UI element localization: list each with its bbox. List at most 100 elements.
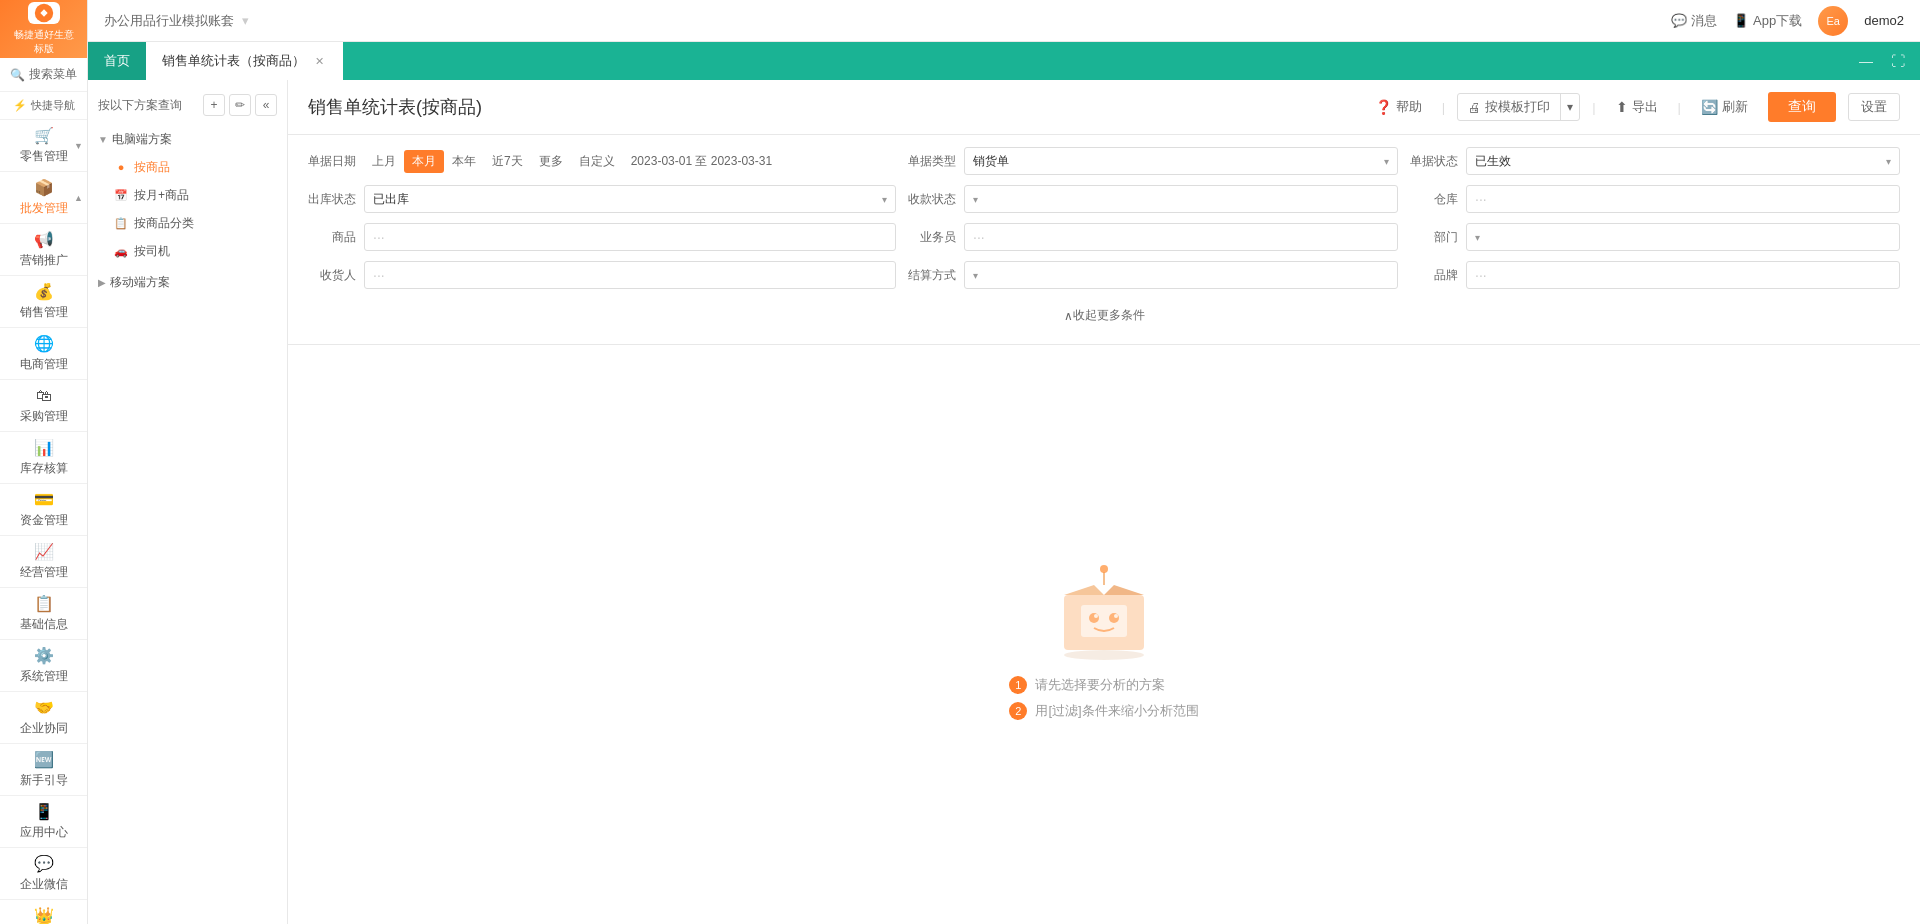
dept-label: 部门 [1410, 229, 1458, 246]
enterprise-icon: 🤝 [34, 698, 54, 717]
refresh-label: 刷新 [1722, 98, 1748, 116]
sidebar-item-wholesale[interactable]: 📦 批发管理 ▲ [0, 172, 87, 224]
date-tab-7days[interactable]: 近7天 [484, 150, 531, 173]
collapse-filters-btn[interactable]: ∧ 收起更多条件 [308, 299, 1900, 332]
tab-active[interactable]: 销售单统计表（按商品） ✕ [146, 42, 343, 80]
filter-row-4: 收货人 ··· 结算方式 ▾ 品牌 ··· [308, 261, 1900, 289]
export-btn[interactable]: ⬆ 导出 [1608, 94, 1666, 120]
divider1: | [1442, 100, 1445, 115]
stock-select[interactable]: 已出库 ▾ [364, 185, 896, 213]
date-tab-thismonth[interactable]: 本月 [404, 150, 444, 173]
divider2: | [1592, 100, 1595, 115]
retail-label: 零售管理 [20, 148, 68, 165]
app-download-btn[interactable]: 📱 App下载 [1733, 12, 1802, 30]
filter-brand-cell: 品牌 ··· [1410, 261, 1900, 289]
empty-illustration [1039, 550, 1169, 660]
stock-label: 出库状态 [308, 191, 356, 208]
sidebar-item-operation[interactable]: 📈 经营管理 [0, 536, 87, 588]
recipient-input[interactable]: ··· [364, 261, 896, 289]
scheme-by-goods[interactable]: ● 按商品 [108, 153, 287, 181]
stock-value: 已出库 [373, 191, 409, 208]
tab-close-btn[interactable]: ✕ [311, 53, 327, 69]
search-menu[interactable]: 🔍 搜索菜单 [0, 58, 87, 92]
tree-node-pc[interactable]: ▼ 电脑端方案 [88, 126, 287, 153]
sidebar-item-marketing[interactable]: 📢 营销推广 [0, 224, 87, 276]
scheme-driver-icon: 🚗 [112, 242, 130, 260]
filter-staff-cell: 业务员 ··· [908, 223, 1398, 251]
settle-select[interactable]: ▾ [964, 261, 1398, 289]
goods-dots: ··· [373, 229, 385, 245]
sidebar-item-member[interactable]: 👑 畅会员 [0, 900, 87, 924]
refresh-btn[interactable]: 🔄 刷新 [1693, 94, 1756, 120]
dept-select[interactable]: ▾ [1466, 223, 1900, 251]
page-header: 销售单统计表(按商品) ❓ 帮助 | 🖨 按模板打印 ▾ [288, 80, 1920, 135]
guide-icon: 🆕 [34, 750, 54, 769]
print-btn[interactable]: 🖨 按模板打印 [1458, 94, 1561, 120]
sidebar-item-purchase[interactable]: 🛍 采购管理 [0, 380, 87, 432]
date-tab-lastmonth[interactable]: 上月 [364, 150, 404, 173]
type-label: 单据类型 [908, 153, 956, 170]
sidebar-item-system[interactable]: ⚙️ 系统管理 [0, 640, 87, 692]
apps-icon: 📱 [34, 802, 54, 821]
sidebar-item-retail[interactable]: 🛒 零售管理 ▼ [0, 120, 87, 172]
refresh-icon: 🔄 [1701, 99, 1718, 115]
svg-point-1 [1064, 650, 1144, 660]
brand-dots: ··· [1475, 267, 1487, 283]
tab-home[interactable]: 首页 [88, 42, 146, 80]
sidebar-item-guide[interactable]: 🆕 新手引导 [0, 744, 87, 796]
filter-stock-cell: 出库状态 已出库 ▾ [308, 185, 896, 213]
print-dropdown-btn[interactable]: ▾ [1561, 96, 1579, 118]
sidebar-item-enterprise[interactable]: 🤝 企业协同 [0, 692, 87, 744]
scheme-by-category[interactable]: 📋 按商品分类 [108, 209, 287, 237]
sidebar-item-apps[interactable]: 📱 应用中心 [0, 796, 87, 848]
query-btn[interactable]: 查询 [1768, 92, 1836, 122]
brand-input[interactable]: ··· [1466, 261, 1900, 289]
status-select[interactable]: 已生效 ▾ [1466, 147, 1900, 175]
tree-children-pc: ● 按商品 📅 按月+商品 📋 按商品分类 🚗 按司机 [88, 153, 287, 265]
avatar[interactable]: Ea [1818, 6, 1848, 36]
sidebar-item-ecommerce[interactable]: 🌐 电商管理 [0, 328, 87, 380]
sidebar-item-wechat[interactable]: 💬 企业微信 [0, 848, 87, 900]
enterprise-label: 企业协同 [20, 720, 68, 737]
basic-label: 基础信息 [20, 616, 68, 633]
apps-label: 应用中心 [20, 824, 68, 841]
filter-goods-cell: 商品 ··· [308, 223, 896, 251]
staff-input[interactable]: ··· [964, 223, 1398, 251]
sidebar-item-sales[interactable]: 💰 销售管理 [0, 276, 87, 328]
svg-point-9 [1100, 565, 1108, 573]
date-tab-more[interactable]: 更多 [531, 150, 571, 173]
sidebar-item-basic[interactable]: 📋 基础信息 [0, 588, 87, 640]
edit-scheme-btn[interactable]: ✏ [229, 94, 251, 116]
sidebar-item-finance[interactable]: 💳 资金管理 [0, 484, 87, 536]
collapse-panel-btn[interactable]: « [255, 94, 277, 116]
tab-minimize-btn[interactable]: — [1852, 47, 1880, 75]
inventory-label: 库存核算 [20, 460, 68, 477]
scheme-by-month-goods[interactable]: 📅 按月+商品 [108, 181, 287, 209]
add-scheme-btn[interactable]: + [203, 94, 225, 116]
goods-input[interactable]: ··· [364, 223, 896, 251]
payment-select[interactable]: ▾ [964, 185, 1398, 213]
sidebar-item-inventory[interactable]: 📊 库存核算 [0, 432, 87, 484]
scheme-goods-label: 按商品 [134, 159, 170, 176]
logo-text: 畅捷通好生意 [14, 28, 74, 42]
scheme-by-driver[interactable]: 🚗 按司机 [108, 237, 287, 265]
goods-label: 商品 [308, 229, 356, 246]
quick-nav[interactable]: ⚡ 快捷导航 [0, 92, 87, 120]
warehouse-input[interactable]: ··· [1466, 185, 1900, 213]
operation-label: 经营管理 [20, 564, 68, 581]
filter-dept-cell: 部门 ▾ [1410, 223, 1900, 251]
filter-area: 单据日期 上月 本月 本年 近7天 更多 自定义 2023-03-01 至 20… [288, 135, 1920, 345]
tree-node-mobile[interactable]: ▶ 移动端方案 [88, 269, 287, 296]
filter-payment-cell: 收款状态 ▾ [908, 185, 1398, 213]
date-tab-thisyear[interactable]: 本年 [444, 150, 484, 173]
type-select[interactable]: 销货单 ▾ [964, 147, 1398, 175]
tab-maximize-btn[interactable]: ⛶ [1884, 47, 1912, 75]
settings-btn[interactable]: 设置 [1848, 93, 1900, 121]
message-btn[interactable]: 💬 消息 [1671, 12, 1717, 30]
wechat-label: 企业微信 [20, 876, 68, 893]
collapse-label: 收起更多条件 [1073, 307, 1145, 324]
help-btn[interactable]: ❓ 帮助 [1367, 94, 1430, 120]
purchase-label: 采购管理 [20, 408, 68, 425]
date-tab-custom[interactable]: 自定义 [571, 150, 623, 173]
message-icon: 💬 [1671, 13, 1687, 28]
